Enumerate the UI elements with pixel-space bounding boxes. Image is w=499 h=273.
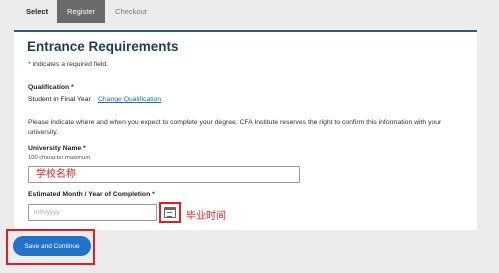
step-register: Register xyxy=(57,0,105,23)
university-name-hint: 100 character maximum xyxy=(28,155,91,161)
save-and-continue-button[interactable]: Save and Continue xyxy=(13,236,91,256)
completion-date-label: Estimated Month / Year of Completion * xyxy=(28,191,155,198)
calendar-icon xyxy=(164,207,176,218)
required-field-note: * indicates a required field. xyxy=(28,61,109,68)
qualification-label: Qualification * xyxy=(28,84,74,91)
university-annotation: 学校名称 xyxy=(36,169,76,180)
step-checkout: Checkout xyxy=(115,7,147,16)
entrance-requirements-form: Entrance Requirements * indicates a requ… xyxy=(14,30,477,230)
completion-date-input[interactable]: mm/yyyy xyxy=(28,204,157,221)
qualification-value: Student in Final Year xyxy=(28,96,91,103)
page-title: Entrance Requirements xyxy=(27,39,179,54)
instructions-text: Please indicate where and when you expec… xyxy=(28,119,442,136)
completion-annotation: 毕业时间 xyxy=(186,211,226,222)
university-name-label: University Name * xyxy=(28,145,86,152)
step-progress-bar: Select Register Checkout xyxy=(0,0,499,23)
calendar-button[interactable] xyxy=(159,202,181,223)
step-select: Select xyxy=(26,7,49,16)
change-qualification-link[interactable]: Change Qualification xyxy=(98,96,161,103)
